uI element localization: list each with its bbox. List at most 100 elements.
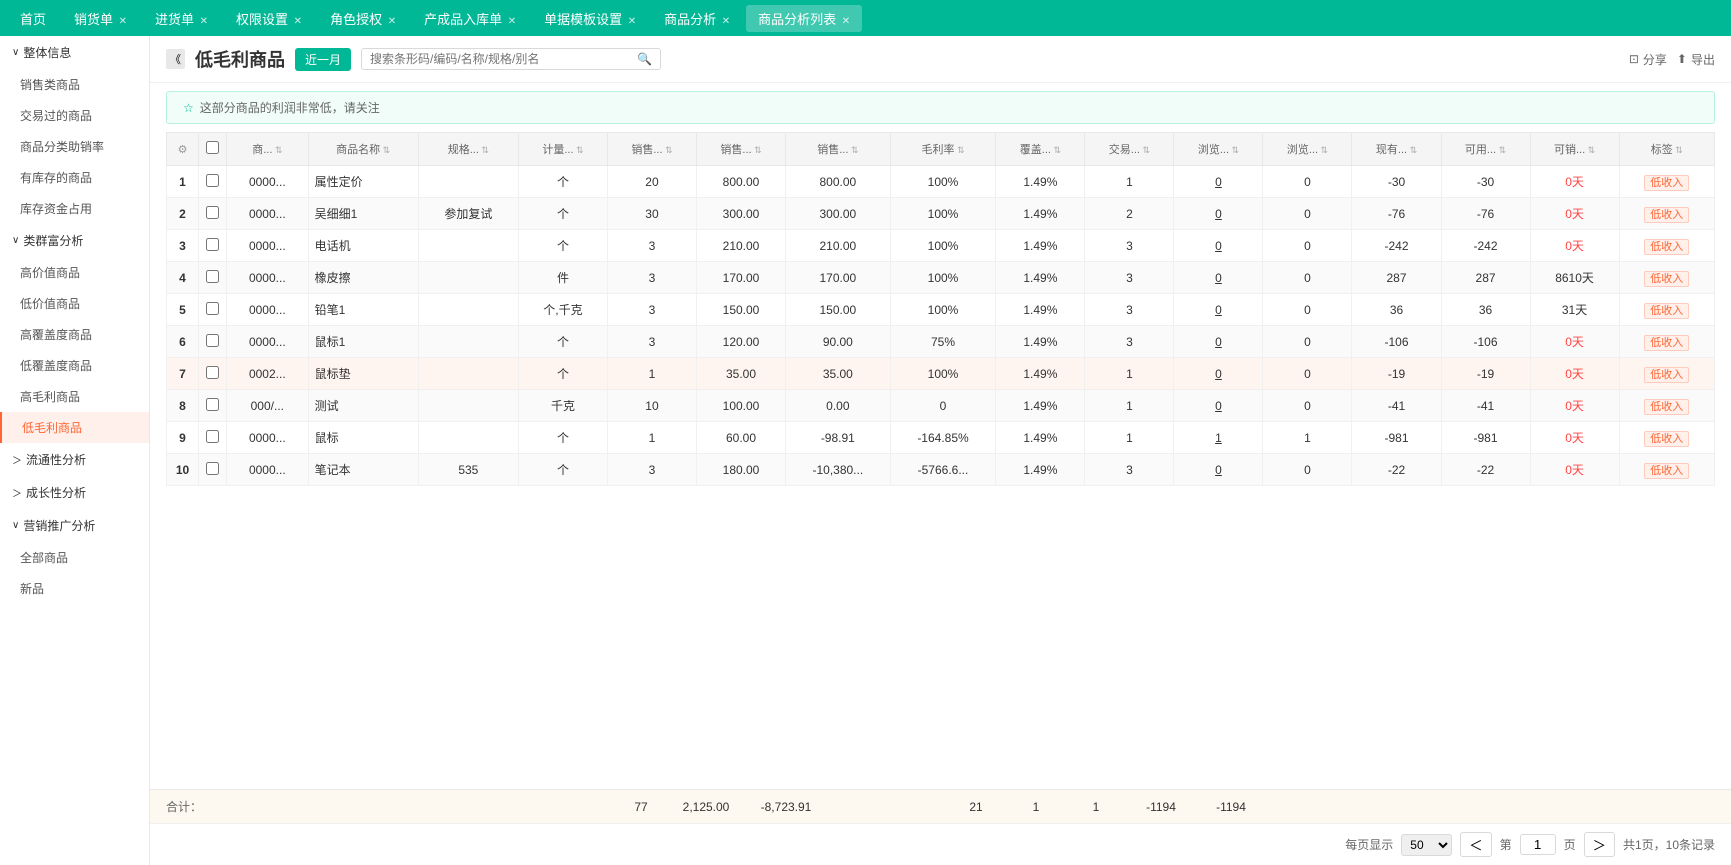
nav-product-analysis-list[interactable]: 商品分析列表 ✕	[746, 5, 862, 32]
sidebar-group-overall[interactable]: ∨ 整体信息	[0, 36, 149, 69]
sidebar-item-low-value[interactable]: 低价值商品	[0, 288, 149, 319]
row-browse2: 1	[1263, 422, 1352, 454]
row-checkbox[interactable]	[206, 302, 219, 315]
row-checkbox[interactable]	[206, 366, 219, 379]
next-page-button[interactable]: ＞	[1584, 832, 1615, 857]
sidebar-group-cluster[interactable]: ∨ 类群富分析	[0, 224, 149, 257]
close-icon[interactable]: ✕	[508, 16, 516, 27]
row-checkbox[interactable]	[206, 334, 219, 347]
sidebar-item-stocked-products[interactable]: 有库存的商品	[0, 162, 149, 193]
row-browse1[interactable]: 0	[1174, 390, 1263, 422]
col-transaction[interactable]: 交易...	[1085, 133, 1174, 166]
row-browse1[interactable]: 1	[1174, 422, 1263, 454]
page-size-select[interactable]: 50 100 200	[1401, 834, 1452, 856]
sidebar-item-high-coverage[interactable]: 高覆盖度商品	[0, 319, 149, 350]
row-browse1[interactable]: 0	[1174, 294, 1263, 326]
nav-template-settings[interactable]: 单据模板设置 ✕	[532, 5, 648, 32]
prev-page-button[interactable]: ＜	[1460, 832, 1491, 857]
row-transaction: 3	[1085, 454, 1174, 486]
row-available: 36	[1441, 294, 1530, 326]
select-all-checkbox[interactable]	[206, 141, 219, 154]
close-icon[interactable]: ✕	[628, 16, 636, 27]
page-number-input[interactable]	[1520, 834, 1556, 855]
close-icon[interactable]: ✕	[119, 16, 127, 27]
row-browse1[interactable]: 0	[1174, 166, 1263, 198]
row-browse1[interactable]: 0	[1174, 326, 1263, 358]
row-checkbox[interactable]	[206, 174, 219, 187]
date-filter-button[interactable]: 近一月	[295, 48, 351, 71]
row-checkbox[interactable]	[206, 238, 219, 251]
col-code[interactable]: 商...	[227, 133, 309, 166]
nav-role-auth[interactable]: 角色授权 ✕	[318, 5, 408, 32]
col-spec[interactable]: 规格...	[418, 133, 518, 166]
row-browse1[interactable]: 0	[1174, 454, 1263, 486]
sidebar-collapse-button[interactable]: 《	[166, 49, 185, 69]
row-checkbox-cell[interactable]	[199, 262, 227, 294]
chevron-right-icon: ＞	[12, 485, 22, 500]
row-checkbox-cell[interactable]	[199, 326, 227, 358]
row-browse1[interactable]: 0	[1174, 358, 1263, 390]
sidebar-item-high-value[interactable]: 高价值商品	[0, 257, 149, 288]
nav-product-analysis[interactable]: 商品分析 ✕	[652, 5, 742, 32]
sidebar-item-traded-products[interactable]: 交易过的商品	[0, 100, 149, 131]
row-checkbox[interactable]	[206, 270, 219, 283]
close-icon[interactable]: ✕	[842, 16, 850, 27]
sidebar-group-marketing[interactable]: ∨ 营销推广分析	[0, 509, 149, 542]
export-button[interactable]: ⬆ 导出	[1677, 51, 1715, 68]
sidebar-item-sales-products[interactable]: 销售类商品	[0, 69, 149, 100]
sidebar-item-inventory-capital[interactable]: 库存资金占用	[0, 193, 149, 224]
row-checkbox-cell[interactable]	[199, 166, 227, 198]
row-checkbox[interactable]	[206, 430, 219, 443]
sidebar-item-high-margin[interactable]: 高毛利商品	[0, 381, 149, 412]
row-checkbox[interactable]	[206, 206, 219, 219]
settings-icon[interactable]: ⚙	[178, 144, 188, 156]
row-checkbox[interactable]	[206, 462, 219, 475]
col-coverage[interactable]: 覆盖...	[996, 133, 1085, 166]
search-input[interactable]	[370, 52, 631, 66]
row-checkbox-cell[interactable]	[199, 230, 227, 262]
col-saleable[interactable]: 可销...	[1530, 133, 1619, 166]
search-icon[interactable]: 🔍	[637, 52, 652, 66]
col-current-stock[interactable]: 现有...	[1352, 133, 1441, 166]
sidebar-group-growth[interactable]: ＞ 成长性分析	[0, 476, 149, 509]
row-checkbox-cell[interactable]	[199, 454, 227, 486]
row-checkbox-cell[interactable]	[199, 294, 227, 326]
row-browse1[interactable]: 0	[1174, 198, 1263, 230]
nav-product-entry[interactable]: 产成品入库单 ✕	[412, 5, 528, 32]
row-browse1[interactable]: 0	[1174, 262, 1263, 294]
row-browse1[interactable]: 0	[1174, 230, 1263, 262]
row-checkbox-cell[interactable]	[199, 422, 227, 454]
close-icon[interactable]: ✕	[722, 16, 730, 27]
col-tag[interactable]: 标签	[1619, 133, 1714, 166]
row-checkbox-cell[interactable]	[199, 198, 227, 230]
row-checkbox-cell[interactable]	[199, 390, 227, 422]
sidebar-item-low-coverage[interactable]: 低覆盖度商品	[0, 350, 149, 381]
nav-permissions[interactable]: 权限设置 ✕	[224, 5, 314, 32]
close-icon[interactable]: ✕	[200, 16, 208, 27]
col-available[interactable]: 可用...	[1441, 133, 1530, 166]
col-gross-margin[interactable]: 毛利率	[890, 133, 996, 166]
sidebar-item-new-products[interactable]: 新品	[0, 573, 149, 604]
col-sales-amount[interactable]: 销售...	[697, 133, 786, 166]
col-browse2[interactable]: 浏览...	[1263, 133, 1352, 166]
col-unit[interactable]: 计量...	[518, 133, 607, 166]
col-browse1[interactable]: 浏览...	[1174, 133, 1263, 166]
sidebar-item-low-margin[interactable]: 低毛利商品	[0, 412, 149, 443]
row-checkbox[interactable]	[206, 398, 219, 411]
sidebar-item-product-category-rate[interactable]: 商品分类助销率	[0, 131, 149, 162]
share-button[interactable]: ⊡ 分享	[1629, 51, 1667, 68]
col-name[interactable]: 商品名称	[308, 133, 418, 166]
col-sales-profit[interactable]: 销售...	[786, 133, 891, 166]
sidebar-group-circulation[interactable]: ＞ 流通性分析	[0, 443, 149, 476]
table-row: 3 0000... 电话机 个 3 210.00 210.00 100% 1.4…	[167, 230, 1715, 262]
sidebar-item-all-products[interactable]: 全部商品	[0, 542, 149, 573]
col-sales-count[interactable]: 销售...	[607, 133, 696, 166]
col-settings[interactable]: ⚙	[167, 133, 199, 166]
close-icon[interactable]: ✕	[388, 16, 396, 27]
close-icon[interactable]: ✕	[294, 16, 302, 27]
row-checkbox-cell[interactable]	[199, 358, 227, 390]
row-available: -19	[1441, 358, 1530, 390]
nav-purchase-order[interactable]: 进货单 ✕	[143, 5, 220, 32]
nav-sales-order[interactable]: 销货单 ✕	[62, 5, 139, 32]
nav-home[interactable]: 首页	[8, 5, 58, 32]
